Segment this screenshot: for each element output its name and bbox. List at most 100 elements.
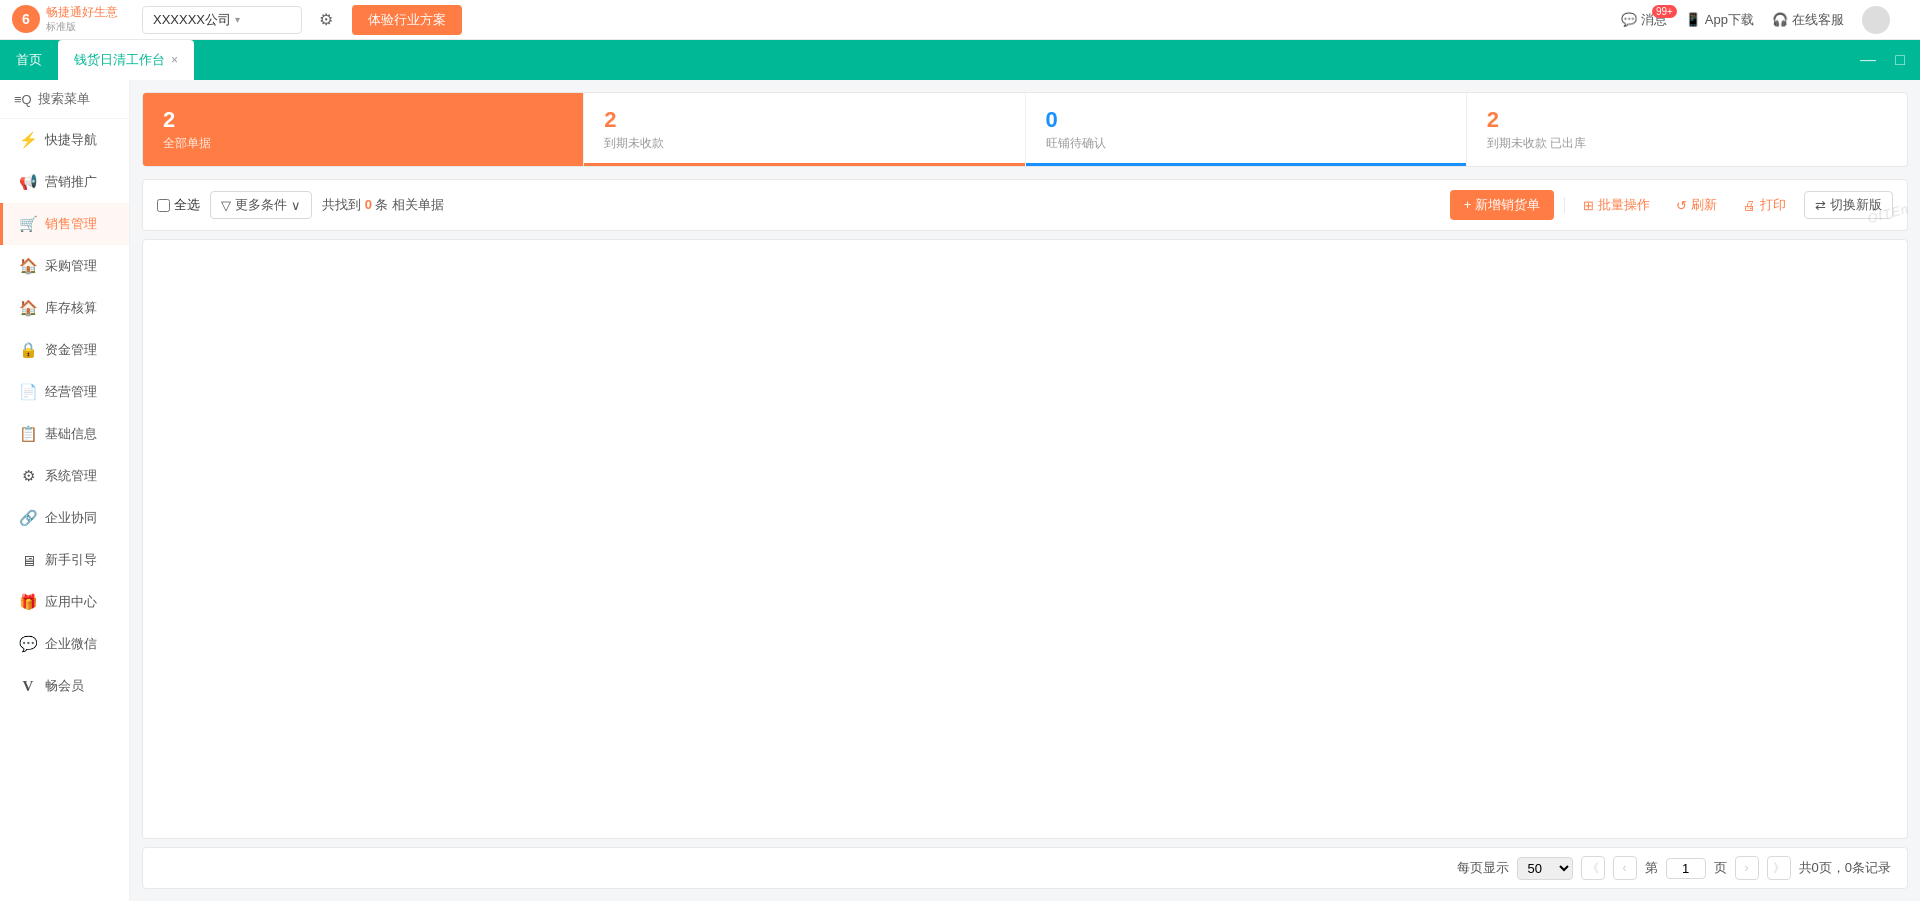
toolbar-divider bbox=[1564, 197, 1565, 213]
sidebar-item-app-center[interactable]: 🎁 应用中心 bbox=[0, 581, 129, 623]
select-all-input[interactable] bbox=[157, 199, 170, 212]
related-label: 相关单据 bbox=[392, 197, 444, 212]
batch-label: 批量操作 bbox=[1598, 196, 1650, 214]
stat-card-all[interactable]: 2 全部单据 bbox=[143, 93, 584, 166]
new-sales-order-button[interactable]: + 新增销货单 bbox=[1450, 190, 1554, 220]
tab-home[interactable]: 首页 bbox=[0, 40, 58, 80]
purchase-icon: 🏠 bbox=[19, 257, 37, 275]
sidebar-item-label: 基础信息 bbox=[45, 425, 97, 443]
stat-number-overdue-not-shipped: 2 bbox=[1487, 107, 1887, 133]
search-menu-button[interactable]: ≡Q 搜索菜单 bbox=[0, 80, 129, 119]
nav-tabs: 首页 钱货日清工作台 × — □ bbox=[0, 40, 1920, 80]
switch-label: 切换新版 bbox=[1830, 196, 1882, 214]
online-service-label: 在线客服 bbox=[1792, 11, 1844, 29]
switch-version-button[interactable]: ⇄ 切换新版 bbox=[1804, 191, 1893, 219]
tab-active[interactable]: 钱货日清工作台 × bbox=[58, 40, 194, 80]
app-center-icon: 🎁 bbox=[19, 593, 37, 611]
sidebar-item-enterprise-wechat[interactable]: 💬 企业微信 bbox=[0, 623, 129, 665]
company-selector[interactable]: XXXXXX公司 ▾ bbox=[142, 6, 302, 34]
stats-row: 2 全部单据 2 到期未收款 0 旺铺待确认 2 到期未收款 已出库 bbox=[142, 92, 1908, 167]
enterprise-wechat-icon: 💬 bbox=[19, 635, 37, 653]
print-button[interactable]: 🖨 打印 bbox=[1735, 192, 1794, 218]
page-label: 第 bbox=[1645, 859, 1658, 877]
message-button[interactable]: 💬 消息 99+ bbox=[1621, 11, 1667, 29]
search-icon: ≡Q bbox=[14, 92, 32, 107]
table-area bbox=[142, 239, 1908, 839]
stat-card-pending-confirm[interactable]: 0 旺铺待确认 bbox=[1026, 93, 1467, 166]
tab-maximize-button[interactable]: □ bbox=[1888, 48, 1912, 72]
refresh-icon: ↺ bbox=[1676, 198, 1687, 213]
next-page-button[interactable]: › bbox=[1735, 856, 1759, 880]
select-all-checkbox[interactable]: 全选 bbox=[157, 196, 200, 214]
stat-card-overdue-unpaid[interactable]: 2 到期未收款 bbox=[584, 93, 1025, 166]
stat-label-overdue-not-shipped: 到期未收款 已出库 bbox=[1487, 135, 1887, 152]
search-menu-label: 搜索菜单 bbox=[38, 90, 90, 108]
sidebar-item-label: 资金管理 bbox=[45, 341, 97, 359]
page-content: 2 全部单据 2 到期未收款 0 旺铺待确认 2 到期未收款 已出库 bbox=[130, 80, 1920, 901]
header-right: 💬 消息 99+ 📱 App下载 🎧 在线客服 bbox=[1621, 6, 1908, 34]
app-download-label: App下载 bbox=[1705, 11, 1754, 29]
enterprise-coop-icon: 🔗 bbox=[19, 509, 37, 527]
online-service-icon: 🎧 bbox=[1772, 12, 1788, 27]
table-empty bbox=[143, 240, 1907, 838]
sidebar-item-marketing[interactable]: 📢 营销推广 bbox=[0, 161, 129, 203]
sidebar: ≡Q 搜索菜单 ⚡ 快捷导航 📢 营销推广 🛒 销售管理 🏠 采购管理 🏠 库存… bbox=[0, 80, 130, 901]
stat-card-overdue-not-shipped[interactable]: 2 到期未收款 已出库 bbox=[1467, 93, 1907, 166]
sidebar-item-quick-nav[interactable]: ⚡ 快捷导航 bbox=[0, 119, 129, 161]
stat-label-overdue-unpaid: 到期未收款 bbox=[604, 135, 1004, 152]
app-download-button[interactable]: 📱 App下载 bbox=[1685, 11, 1754, 29]
system-mgmt-icon: ⚙ bbox=[19, 467, 37, 485]
batch-operation-button[interactable]: ⊞ 批量操作 bbox=[1575, 192, 1658, 218]
sidebar-item-system-mgmt[interactable]: ⚙ 系统管理 bbox=[0, 455, 129, 497]
nav-tabs-controls: — □ bbox=[1856, 48, 1920, 72]
quick-nav-icon: ⚡ bbox=[19, 131, 37, 149]
page-label-suffix: 页 bbox=[1714, 859, 1727, 877]
sidebar-item-sales-mgmt[interactable]: 🛒 销售管理 bbox=[0, 203, 129, 245]
sidebar-item-inventory[interactable]: 🏠 库存核算 bbox=[0, 287, 129, 329]
tab-active-label: 钱货日清工作台 bbox=[74, 51, 165, 69]
sidebar-item-label: 库存核算 bbox=[45, 299, 97, 317]
refresh-button[interactable]: ↺ 刷新 bbox=[1668, 192, 1725, 218]
last-page-button[interactable]: 》 bbox=[1767, 856, 1791, 880]
first-page-button[interactable]: 《 bbox=[1581, 856, 1605, 880]
top-header: 6 畅捷通好生意 标准版 XXXXXX公司 ▾ ⚙ 体验行业方案 💬 消息 99… bbox=[0, 0, 1920, 40]
company-name: XXXXXX公司 bbox=[153, 11, 231, 29]
filter-label: 更多条件 bbox=[235, 196, 287, 214]
sidebar-item-operations[interactable]: 📄 经营管理 bbox=[0, 371, 129, 413]
per-page-select[interactable]: 10 20 50 100 bbox=[1517, 857, 1573, 880]
basic-info-icon: 📋 bbox=[19, 425, 37, 443]
switch-icon: ⇄ bbox=[1815, 198, 1826, 213]
logo-icon: 6 bbox=[12, 5, 40, 33]
toolbar-left: 全选 ▽ 更多条件 ∨ 共找到 0 条 相关单据 bbox=[157, 191, 1438, 219]
sidebar-item-member[interactable]: V 畅会员 bbox=[0, 665, 129, 707]
sidebar-item-basic-info[interactable]: 📋 基础信息 bbox=[0, 413, 129, 455]
logo-text: 畅捷通好生意 bbox=[46, 5, 118, 19]
sidebar-item-label: 销售管理 bbox=[45, 215, 97, 233]
filter-button[interactable]: ▽ 更多条件 ∨ bbox=[210, 191, 312, 219]
settings-button[interactable]: ⚙ bbox=[312, 6, 340, 34]
pagination-bar: 每页显示 10 20 50 100 《 ‹ 第 页 › 》 共0页，0条记录 bbox=[142, 847, 1908, 889]
sidebar-item-newbie-guide[interactable]: 🖥 新手引导 bbox=[0, 539, 129, 581]
online-service-button[interactable]: 🎧 在线客服 bbox=[1772, 11, 1844, 29]
sidebar-item-purchase-mgmt[interactable]: 🏠 采购管理 bbox=[0, 245, 129, 287]
sidebar-item-enterprise-coop[interactable]: 🔗 企业协同 bbox=[0, 497, 129, 539]
total-info: 共0页，0条记录 bbox=[1799, 859, 1891, 877]
page-number-input[interactable] bbox=[1666, 858, 1706, 879]
found-text: 共找到 0 条 相关单据 bbox=[322, 196, 444, 214]
sidebar-item-label: 营销推广 bbox=[45, 173, 97, 191]
tab-close-icon[interactable]: × bbox=[171, 53, 178, 67]
inventory-icon: 🏠 bbox=[19, 299, 37, 317]
print-label: 打印 bbox=[1760, 196, 1786, 214]
member-icon: V bbox=[19, 678, 37, 695]
sidebar-item-label: 快捷导航 bbox=[45, 131, 97, 149]
logo-area: 6 畅捷通好生意 标准版 bbox=[12, 5, 142, 33]
main-content: 2 全部单据 2 到期未收款 0 旺铺待确认 2 到期未收款 已出库 bbox=[130, 80, 1920, 901]
avatar[interactable] bbox=[1862, 6, 1890, 34]
sidebar-item-label: 畅会员 bbox=[45, 677, 84, 695]
prev-page-button[interactable]: ‹ bbox=[1613, 856, 1637, 880]
sidebar-item-label: 系统管理 bbox=[45, 467, 97, 485]
stat-label-pending-confirm: 旺铺待确认 bbox=[1046, 135, 1446, 152]
tab-minimize-button[interactable]: — bbox=[1856, 48, 1880, 72]
sidebar-item-finance[interactable]: 🔒 资金管理 bbox=[0, 329, 129, 371]
trial-button[interactable]: 体验行业方案 bbox=[352, 5, 462, 35]
